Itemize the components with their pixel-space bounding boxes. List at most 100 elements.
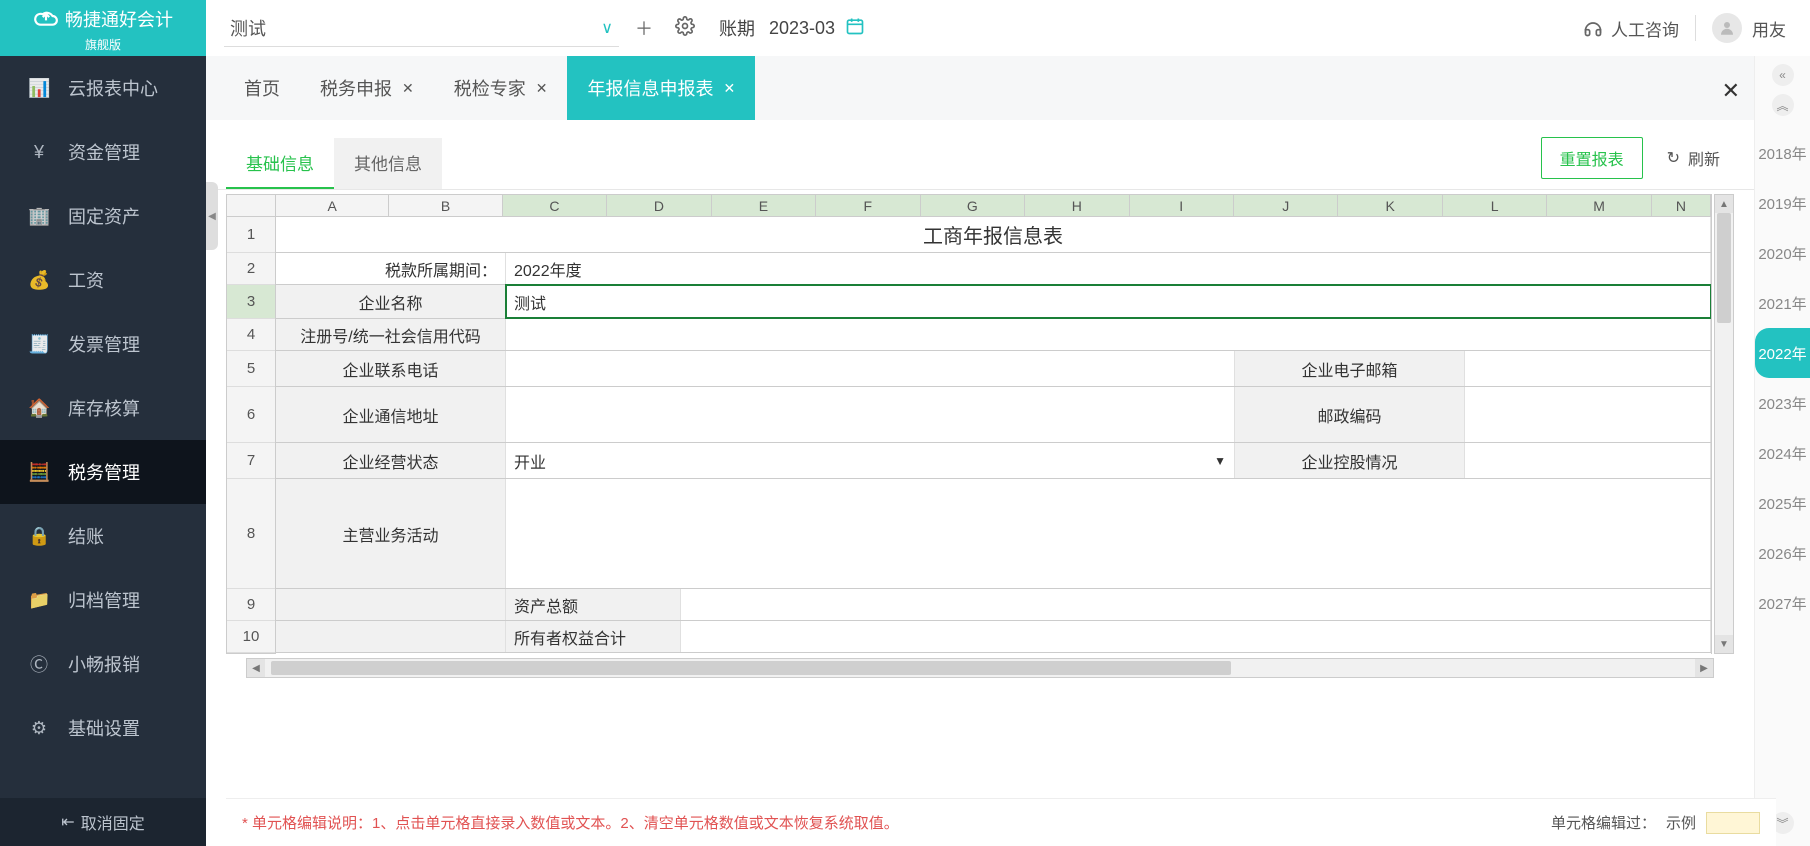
year-2020年[interactable]: 2020年	[1755, 228, 1810, 278]
collapse-strip-icon[interactable]: «	[1772, 64, 1794, 86]
refresh-button[interactable]: ↻ 刷新	[1667, 146, 1720, 170]
year-2025年[interactable]: 2025年	[1755, 478, 1810, 528]
calendar-icon[interactable]	[845, 16, 865, 41]
col-header[interactable]: C	[503, 195, 607, 216]
input-regno[interactable]	[506, 319, 1711, 350]
close-icon[interactable]: ✕	[536, 80, 548, 97]
scroll-thumb[interactable]	[1717, 213, 1731, 323]
gear-icon[interactable]	[675, 16, 695, 41]
close-icon[interactable]: ✕	[723, 80, 735, 97]
col-header[interactable]: J	[1234, 195, 1338, 216]
sidebar-item-6[interactable]: 🧮税务管理	[0, 440, 206, 504]
input-equity[interactable]	[681, 621, 1711, 652]
input-mainbiz[interactable]	[506, 479, 1711, 588]
year-2021年[interactable]: 2021年	[1755, 278, 1810, 328]
sheet-corner[interactable]	[227, 195, 275, 217]
input-phone[interactable]	[506, 351, 1235, 386]
nav-icon: 📁	[28, 590, 50, 611]
col-header[interactable]: A	[276, 195, 389, 216]
col-header[interactable]: B	[389, 195, 502, 216]
year-2018年[interactable]: 2018年	[1755, 128, 1810, 178]
subtab-other[interactable]: 其他信息	[334, 138, 442, 189]
sidebar-item-2[interactable]: 🏢固定资产	[0, 184, 206, 248]
row-header[interactable]: 10	[227, 621, 275, 653]
col-header[interactable]: D	[607, 195, 711, 216]
col-header[interactable]: K	[1338, 195, 1442, 216]
row-header[interactable]: 2	[227, 253, 275, 285]
sidebar-item-10[interactable]: ⚙基础设置	[0, 696, 206, 760]
sidebar-item-4[interactable]: 🧾发票管理	[0, 312, 206, 376]
close-icon[interactable]: ✕	[402, 80, 414, 97]
col-header[interactable]: E	[712, 195, 816, 216]
sidebar-item-8[interactable]: 📁归档管理	[0, 568, 206, 632]
reset-button[interactable]: 重置报表	[1541, 137, 1643, 179]
year-2022年[interactable]: 2022年	[1755, 328, 1810, 378]
window-tabs: 首页税务申报✕税检专家✕年报信息申报表✕ ✕	[206, 56, 1754, 120]
horizontal-scrollbar[interactable]: ◀ ▶	[246, 658, 1714, 678]
select-status[interactable]: 开业▼	[506, 443, 1235, 478]
row-header[interactable]: 7	[227, 443, 275, 479]
sidebar-item-3[interactable]: 💰工资	[0, 248, 206, 312]
scroll-up-icon[interactable]: ▲	[1715, 195, 1733, 213]
col-header[interactable]: L	[1443, 195, 1547, 216]
year-2027年[interactable]: 2027年	[1755, 578, 1810, 628]
year-2023年[interactable]: 2023年	[1755, 378, 1810, 428]
col-header[interactable]: M	[1547, 195, 1651, 216]
label-address: 企业通信地址	[276, 387, 506, 442]
row-header[interactable]: 5	[227, 351, 275, 387]
nav-icon: 🔒	[28, 526, 50, 547]
sheet-title: 工商年报信息表	[276, 217, 1711, 252]
subtab-basic[interactable]: 基础信息	[226, 138, 334, 189]
wintab-3[interactable]: 年报信息申报表✕	[567, 56, 755, 120]
wintab-2[interactable]: 税检专家✕	[434, 56, 568, 120]
input-email[interactable]	[1465, 351, 1711, 386]
input-address[interactable]	[506, 387, 1235, 442]
period-label: 账期	[719, 15, 755, 41]
wintab-0[interactable]: 首页	[224, 56, 300, 120]
year-2026年[interactable]: 2026年	[1755, 528, 1810, 578]
year-2019年[interactable]: 2019年	[1755, 178, 1810, 228]
scroll-left-icon[interactable]: ◀	[247, 659, 265, 677]
user-menu[interactable]: 用友	[1712, 13, 1786, 43]
row-header[interactable]: 3	[227, 285, 275, 319]
nav-icon: 🧾	[28, 334, 50, 355]
row-header[interactable]: 9	[227, 589, 275, 621]
year-scroll-up[interactable]: ︽	[1772, 94, 1794, 116]
sidebar-item-9[interactable]: Ⓒ小畅报销	[0, 632, 206, 696]
example-swatch	[1706, 812, 1760, 834]
consult-link[interactable]: 人工咨询	[1583, 16, 1679, 41]
label-regno: 注册号/统一社会信用代码	[276, 319, 506, 350]
label-holding: 企业控股情况	[1235, 443, 1465, 478]
col-header[interactable]: I	[1130, 195, 1234, 216]
row-header[interactable]: 6	[227, 387, 275, 443]
vertical-scrollbar[interactable]: ▲ ▼	[1714, 194, 1734, 654]
col-header[interactable]: F	[816, 195, 920, 216]
input-company[interactable]: 测试	[506, 285, 1711, 318]
label-company: 企业名称	[276, 285, 506, 318]
col-header[interactable]: N	[1652, 195, 1711, 216]
year-2024年[interactable]: 2024年	[1755, 428, 1810, 478]
label-email: 企业电子邮箱	[1235, 351, 1465, 386]
input-assets[interactable]	[681, 589, 1711, 620]
sidebar-item-1[interactable]: ¥资金管理	[0, 120, 206, 184]
company-selector[interactable]: 测试 ∨	[224, 9, 619, 47]
scroll-right-icon[interactable]: ▶	[1695, 659, 1713, 677]
add-icon[interactable]: ＋	[635, 15, 653, 41]
close-panel-icon[interactable]: ✕	[1722, 78, 1740, 104]
col-header[interactable]: G	[921, 195, 1025, 216]
scroll-down-icon[interactable]: ▼	[1715, 635, 1733, 653]
unpin-button[interactable]: ⇤ 取消固定	[0, 798, 206, 846]
wintab-1[interactable]: 税务申报✕	[300, 56, 434, 120]
nav-icon: ¥	[28, 142, 50, 163]
input-holding[interactable]	[1465, 443, 1711, 478]
sidebar-item-7[interactable]: 🔒结账	[0, 504, 206, 568]
sidebar-item-5[interactable]: 🏠库存核算	[0, 376, 206, 440]
col-header[interactable]: H	[1025, 195, 1129, 216]
divider	[1695, 15, 1696, 41]
scroll-thumb[interactable]	[271, 661, 1231, 675]
sidebar-item-0[interactable]: 📊云报表中心	[0, 56, 206, 120]
row-header[interactable]: 4	[227, 319, 275, 351]
input-zip[interactable]	[1465, 387, 1711, 442]
row-header[interactable]: 8	[227, 479, 275, 589]
row-header[interactable]: 1	[227, 217, 275, 253]
